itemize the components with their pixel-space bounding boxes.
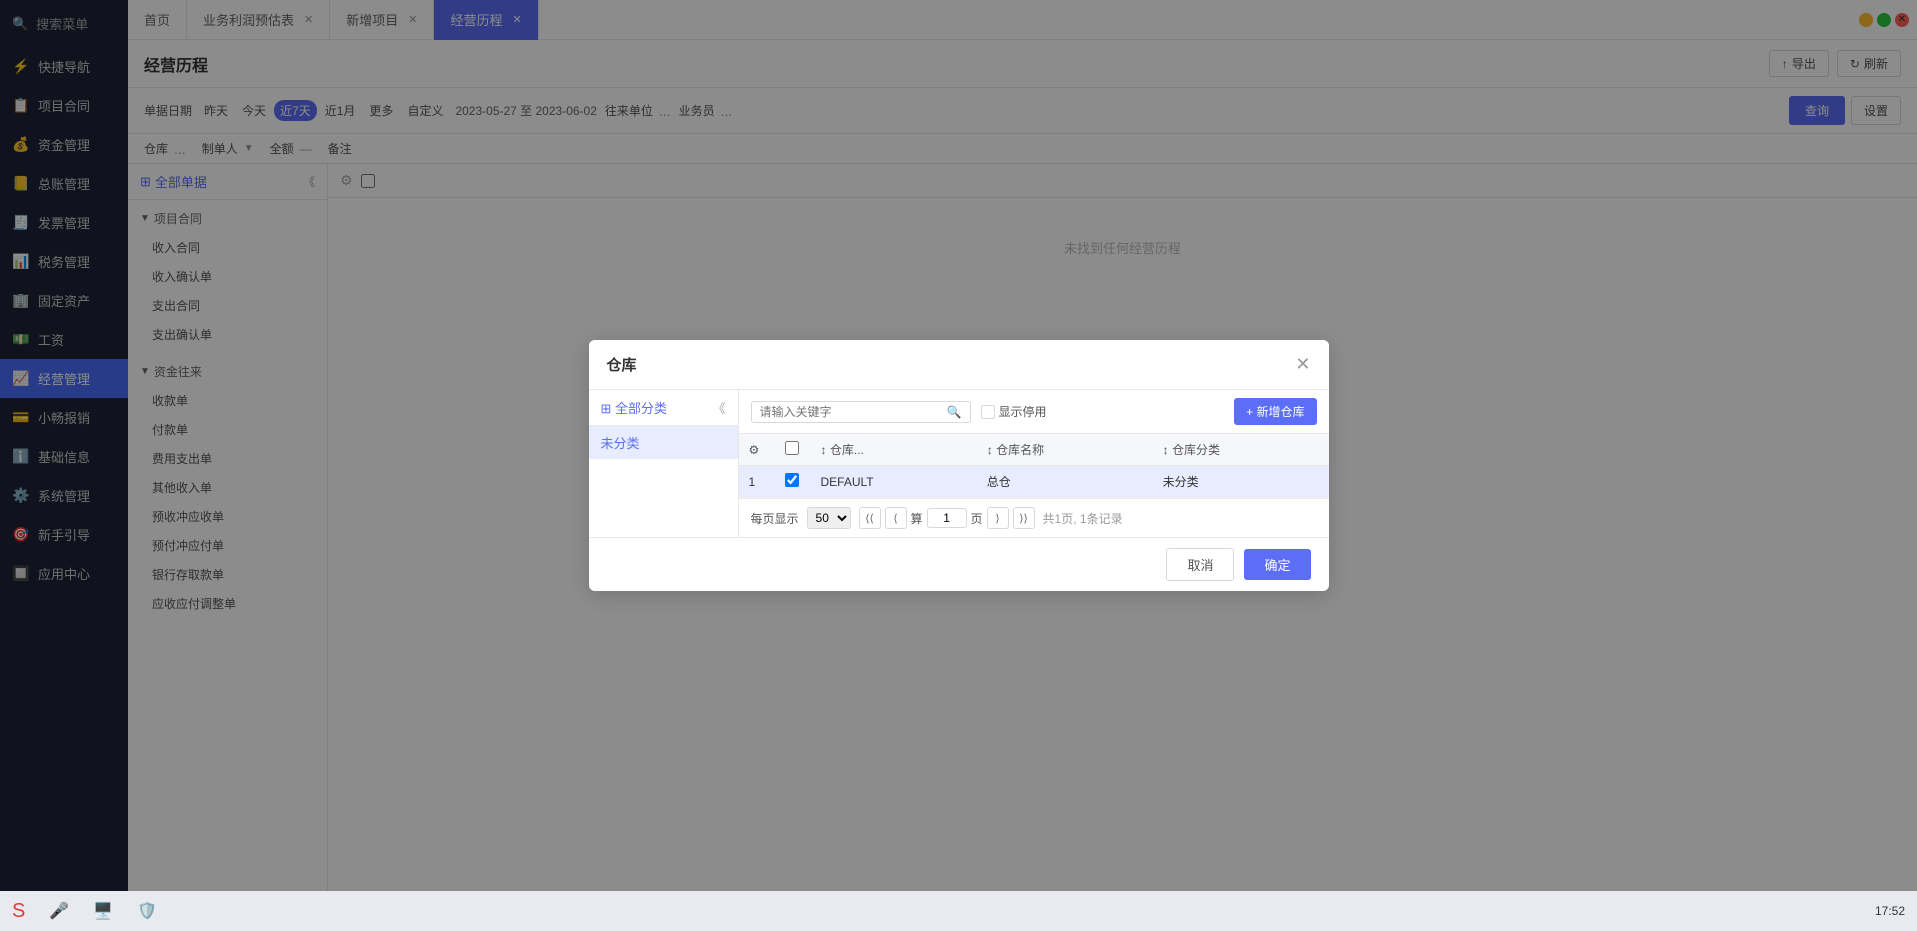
row-category: 未分类	[1153, 466, 1329, 498]
modal-overlay: 仓库 ✕ ⊞ 全部分类 《 未分类	[0, 0, 1917, 931]
table-row[interactable]: 1 DEFAULT 总仓 未分类	[739, 466, 1329, 498]
taskbar-app4[interactable]: 🛡️	[125, 891, 169, 931]
all-categories-label: ⊞ 全部分类	[601, 398, 668, 417]
mic-icon: 🎤	[49, 901, 69, 921]
grid-icon2: ⊞	[601, 401, 612, 416]
taskbar-app3[interactable]: 🖥️	[81, 891, 125, 931]
next-page-btn[interactable]: ⟩	[987, 507, 1009, 529]
row-checkbox[interactable]	[785, 473, 799, 487]
confirm-button[interactable]: 确定	[1244, 549, 1310, 580]
show-disabled-label[interactable]: 显示停用	[981, 403, 1047, 420]
modal-left-header: ⊞ 全部分类 《	[589, 390, 738, 426]
app-logo-icon: S	[12, 900, 25, 923]
taskbar-app[interactable]: S	[0, 891, 37, 931]
sort-icon-code: ↕	[821, 443, 827, 457]
shield-icon: 🛡️	[137, 901, 157, 921]
col-name-label: 仓库名称	[996, 443, 1044, 457]
modal-page-size-select[interactable]: 50	[807, 507, 851, 529]
taskbar-app2[interactable]: 🎤	[37, 891, 81, 931]
th-category[interactable]: ↕ 仓库分类	[1153, 434, 1329, 466]
search-box: 🔍	[751, 401, 971, 423]
modal-right: 🔍 显示停用 + 新增仓库 ⚙	[739, 390, 1329, 537]
last-page-btn[interactable]: ⟩⟩	[1013, 507, 1035, 529]
taskbar: S 🎤 🖥️ 🛡️ 17:52	[0, 891, 1917, 931]
search-input[interactable]	[760, 405, 943, 419]
taskbar-apps: S 🎤 🖥️ 🛡️	[0, 891, 169, 931]
col-settings-icon: ⚙	[749, 443, 760, 457]
modal-table: ⚙ ↕ 仓库... ↕	[739, 434, 1329, 498]
modal-close-button[interactable]: ✕	[1295, 354, 1310, 375]
th-code[interactable]: ↕ 仓库...	[811, 434, 977, 466]
first-page-btn[interactable]: ⟨⟨	[859, 507, 881, 529]
row-checkbox-cell	[775, 466, 811, 498]
cat-label: 未分类	[601, 436, 640, 451]
modal-title: 仓库	[607, 354, 637, 375]
modal-header: 仓库 ✕	[589, 340, 1329, 390]
sort-icon-name: ↕	[987, 443, 993, 457]
col-cat-label: 仓库分类	[1172, 443, 1220, 457]
cat-item-uncategorized[interactable]: 未分类	[589, 426, 738, 459]
collapse-categories-icon[interactable]: 《	[712, 398, 725, 417]
modal-table-head: ⚙ ↕ 仓库... ↕	[739, 434, 1329, 466]
row-index: 1	[739, 466, 775, 498]
row-name: 总仓	[977, 466, 1153, 498]
th-settings[interactable]: ⚙	[739, 434, 775, 466]
warehouse-modal: 仓库 ✕ ⊞ 全部分类 《 未分类	[589, 340, 1329, 591]
modal-total-info: 共1页, 1条记录	[1043, 510, 1123, 527]
taskbar-clock: 17:52	[1875, 904, 1917, 918]
modal-table-header-row: ⚙ ↕ 仓库... ↕	[739, 434, 1329, 466]
pagination: ⟨⟨ ⟨ 算 页 ⟩ ⟩⟩	[859, 507, 1035, 529]
row-code: DEFAULT	[811, 466, 977, 498]
search-icon2: 🔍	[947, 405, 962, 419]
select-all-modal-checkbox[interactable]	[785, 441, 799, 455]
show-disabled-text: 显示停用	[999, 403, 1047, 420]
monitor-icon: 🖥️	[93, 901, 113, 921]
modal-action-footer: 取消 确定	[589, 537, 1329, 591]
sort-icon-cat: ↕	[1163, 443, 1169, 457]
th-name[interactable]: ↕ 仓库名称	[977, 434, 1153, 466]
modal-body: ⊞ 全部分类 《 未分类 🔍	[589, 390, 1329, 537]
modal-categories: ⊞ 全部分类 《 未分类	[589, 390, 739, 537]
modal-toolbar: 🔍 显示停用 + 新增仓库	[739, 390, 1329, 434]
show-disabled-checkbox[interactable]	[981, 405, 995, 419]
add-warehouse-button[interactable]: + 新增仓库	[1234, 398, 1316, 425]
modal-table-wrap: ⚙ ↕ 仓库... ↕	[739, 434, 1329, 498]
prev-page-btn[interactable]: ⟨	[885, 507, 907, 529]
modal-pagination: 每页显示 50 ⟨⟨ ⟨ 算 页 ⟩ ⟩⟩ 共1页, 1条记录	[739, 498, 1329, 537]
all-cat-label: 全部分类	[615, 401, 667, 416]
cancel-button[interactable]: 取消	[1166, 548, 1234, 581]
page-size-label2: 每页显示	[751, 510, 799, 527]
modal-table-body: 1 DEFAULT 总仓 未分类	[739, 466, 1329, 498]
col-code-label: 仓库...	[830, 443, 864, 457]
th-checkbox[interactable]	[775, 434, 811, 466]
modal-page-input[interactable]	[927, 508, 967, 528]
